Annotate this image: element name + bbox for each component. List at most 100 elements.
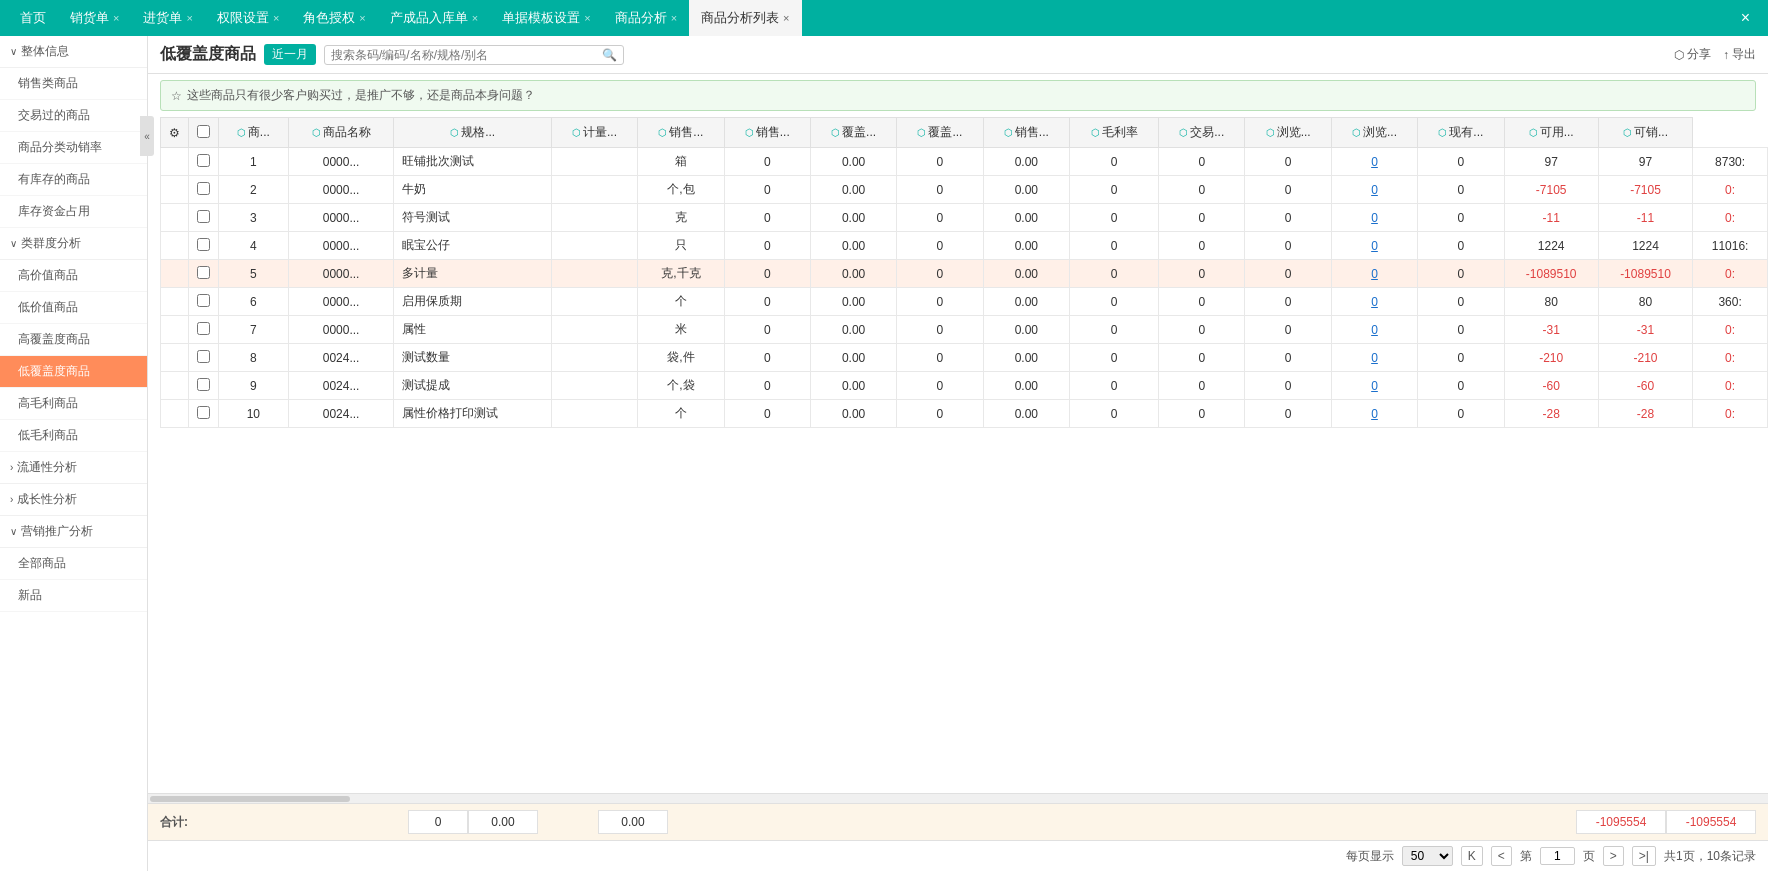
sidebar-item-low-profit[interactable]: 低毛利商品	[0, 420, 147, 452]
row-trade: 0	[1245, 372, 1331, 400]
row-checkbox[interactable]	[189, 316, 219, 344]
th-cover1[interactable]: ⬡覆盖...	[810, 118, 896, 148]
close-icon[interactable]: ×	[113, 12, 119, 24]
nav-item-sales[interactable]: 销货单 ×	[58, 0, 131, 36]
th-current[interactable]: ⬡现有...	[1418, 118, 1504, 148]
th-available[interactable]: ⬡可用...	[1504, 118, 1598, 148]
th-checkbox[interactable]	[189, 118, 219, 148]
th-settings[interactable]: ⚙	[161, 118, 189, 148]
th-spec[interactable]: ⬡规格...	[394, 118, 551, 148]
th-name[interactable]: ⬡商品名称	[288, 118, 394, 148]
th-saleable[interactable]: ⬡可销...	[1598, 118, 1692, 148]
row-checkbox[interactable]	[189, 260, 219, 288]
nav-item-roles[interactable]: 角色授权 ×	[291, 0, 377, 36]
page-size-select[interactable]: 50 100 200	[1402, 846, 1453, 866]
close-icon[interactable]: ×	[584, 12, 590, 24]
sidebar-item-traded-goods[interactable]: 交易过的商品	[0, 100, 147, 132]
th-sales3[interactable]: ⬡销售...	[983, 118, 1069, 148]
row-checkbox[interactable]	[189, 372, 219, 400]
nav-item-goods-analysis-list[interactable]: 商品分析列表 ×	[689, 0, 801, 36]
window-close-button[interactable]: ×	[1731, 9, 1760, 27]
row-trade: 0	[1245, 204, 1331, 232]
row-checkbox[interactable]	[189, 232, 219, 260]
close-icon[interactable]: ×	[273, 12, 279, 24]
row-browse1[interactable]: 0	[1331, 372, 1417, 400]
close-icon[interactable]: ×	[359, 12, 365, 24]
nav-item-purchase[interactable]: 进货单 ×	[131, 0, 204, 36]
th-sales1[interactable]: ⬡销售...	[638, 118, 724, 148]
th-cover2[interactable]: ⬡覆盖...	[897, 118, 983, 148]
row-browse1[interactable]: 0	[1331, 232, 1417, 260]
sidebar-section-growth[interactable]: › 成长性分析	[0, 484, 147, 516]
row-browse1[interactable]: 0	[1331, 288, 1417, 316]
nav-item-goods-analysis[interactable]: 商品分析 ×	[603, 0, 689, 36]
row-checkbox[interactable]	[189, 176, 219, 204]
row-cover2: 0.00	[983, 232, 1069, 260]
row-checkbox[interactable]	[189, 344, 219, 372]
row-checkbox[interactable]	[189, 148, 219, 176]
row-checkbox[interactable]	[189, 288, 219, 316]
search-icon[interactable]: 🔍	[602, 48, 617, 62]
period-button[interactable]: 近一月	[264, 44, 316, 65]
search-input[interactable]	[331, 48, 598, 62]
export-button[interactable]: ↑ 导出	[1723, 46, 1756, 63]
scrollbar-thumb[interactable]	[150, 796, 350, 802]
row-browse1[interactable]: 0	[1331, 400, 1417, 428]
close-icon[interactable]: ×	[472, 12, 478, 24]
close-icon[interactable]: ×	[671, 12, 677, 24]
table-container[interactable]: ⚙ ⬡商... ⬡商品名称 ⬡规格... ⬡计量... ⬡销售... ⬡销售..…	[148, 117, 1768, 793]
th-profit[interactable]: ⬡毛利率	[1069, 118, 1158, 148]
sidebar-item-all-goods[interactable]: 全部商品	[0, 548, 147, 580]
sidebar-item-high-value[interactable]: 高价值商品	[0, 260, 147, 292]
last-page-button[interactable]: >|	[1632, 846, 1656, 866]
nav-item-templates[interactable]: 单据模板设置 ×	[490, 0, 602, 36]
next-page-button[interactable]: >	[1603, 846, 1624, 866]
search-box[interactable]: 🔍	[324, 45, 624, 65]
sidebar-item-low-coverage[interactable]: 低覆盖度商品	[0, 356, 147, 388]
sidebar-item-sales-goods[interactable]: 销售类商品	[0, 68, 147, 100]
row-checkbox[interactable]	[189, 400, 219, 428]
close-icon[interactable]: ×	[783, 12, 789, 24]
close-icon[interactable]: ×	[186, 12, 192, 24]
share-button[interactable]: ⬡ 分享	[1674, 46, 1711, 63]
row-available: -60	[1598, 372, 1692, 400]
th-browse2[interactable]: ⬡浏览...	[1331, 118, 1417, 148]
sidebar-item-category-rate[interactable]: 商品分类动销率	[0, 132, 147, 164]
th-browse1[interactable]: ⬡浏览...	[1245, 118, 1331, 148]
row-browse2: 0	[1418, 148, 1504, 176]
horizontal-scrollbar[interactable]	[148, 793, 1768, 803]
sidebar-collapse-button[interactable]: «	[140, 116, 154, 156]
first-page-button[interactable]: K	[1461, 846, 1483, 866]
row-browse1[interactable]: 0	[1331, 316, 1417, 344]
row-sales2: 0.00	[810, 400, 896, 428]
sidebar-item-high-coverage[interactable]: 高覆盖度商品	[0, 324, 147, 356]
row-browse1[interactable]: 0	[1331, 148, 1417, 176]
th-unit[interactable]: ⬡计量...	[551, 118, 637, 148]
sidebar-item-low-value[interactable]: 低价值商品	[0, 292, 147, 324]
th-trade[interactable]: ⬡交易...	[1159, 118, 1245, 148]
sidebar-item-high-profit[interactable]: 高毛利商品	[0, 388, 147, 420]
sidebar-section-circulation[interactable]: › 流通性分析	[0, 452, 147, 484]
sidebar-item-stock-funds[interactable]: 库存资金占用	[0, 196, 147, 228]
nav-item-products[interactable]: 产成品入库单 ×	[378, 0, 490, 36]
select-all-checkbox[interactable]	[197, 125, 210, 138]
current-page-input[interactable]: 1	[1540, 847, 1575, 865]
row-browse1[interactable]: 0	[1331, 344, 1417, 372]
prev-page-button[interactable]: <	[1491, 846, 1512, 866]
th-code[interactable]: ⬡商...	[219, 118, 289, 148]
row-checkbox[interactable]	[189, 204, 219, 232]
row-settings	[161, 316, 189, 344]
sidebar-item-new-goods[interactable]: 新品	[0, 580, 147, 612]
nav-item-home[interactable]: 首页	[8, 0, 58, 36]
row-browse2: 0	[1418, 400, 1504, 428]
sidebar-section-cluster[interactable]: ∨ 类群度分析	[0, 228, 147, 260]
row-browse1[interactable]: 0	[1331, 260, 1417, 288]
row-browse1[interactable]: 0	[1331, 176, 1417, 204]
row-browse1[interactable]: 0	[1331, 204, 1417, 232]
sidebar-item-stocked-goods[interactable]: 有库存的商品	[0, 164, 147, 196]
sidebar-section-overall[interactable]: ∨ 整体信息	[0, 36, 147, 68]
sidebar-section-marketing[interactable]: ∨ 营销推广分析	[0, 516, 147, 548]
th-sales2[interactable]: ⬡销售...	[724, 118, 810, 148]
total-spacer2	[538, 818, 598, 826]
nav-item-permissions[interactable]: 权限设置 ×	[205, 0, 291, 36]
